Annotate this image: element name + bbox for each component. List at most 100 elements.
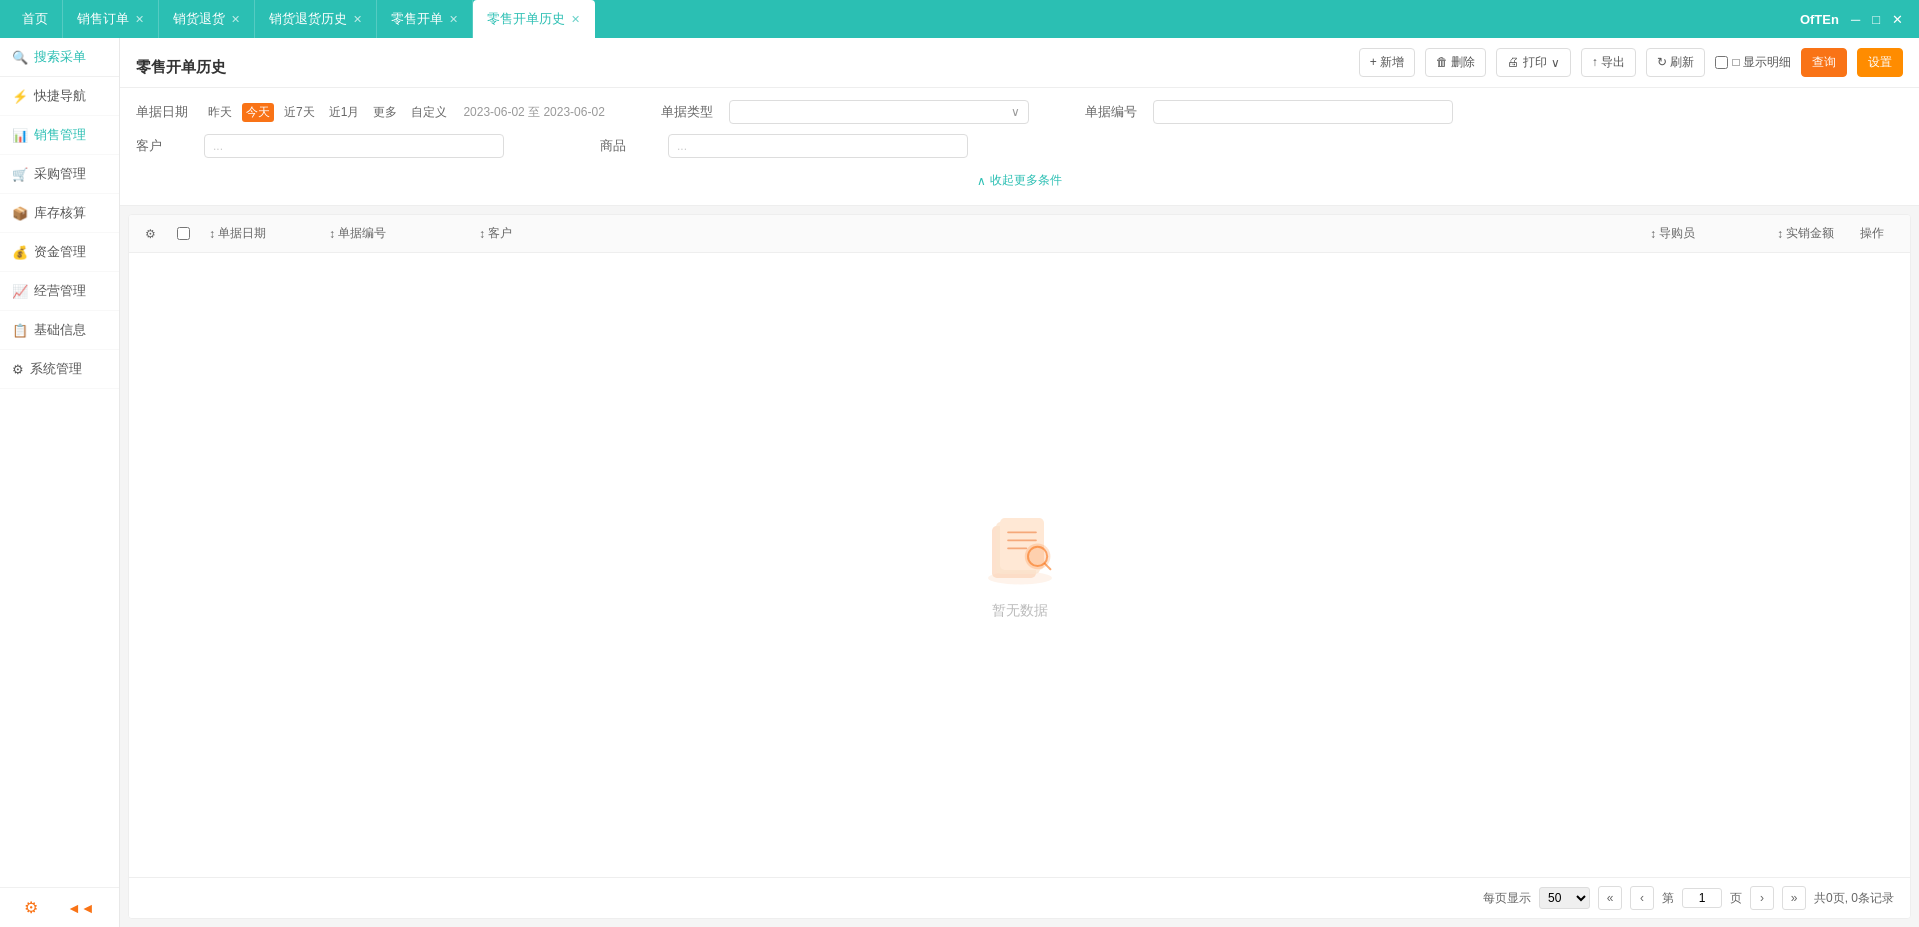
per-page-select[interactable]: 50 20 100 (1539, 887, 1590, 909)
tab-home[interactable]: 首页 (8, 0, 63, 38)
date-custom[interactable]: 自定义 (407, 103, 451, 122)
last-page-btn[interactable]: » (1782, 886, 1806, 910)
sidebar-item-operations[interactable]: 📈 经营管理 (0, 272, 119, 311)
date-range-display: 2023-06-02 至 2023-06-02 (463, 104, 604, 121)
add-button[interactable]: + 新增 (1359, 48, 1415, 77)
query-button[interactable]: 查询 (1801, 48, 1847, 77)
tab-retail-open-history[interactable]: 零售开单历史 ✕ (473, 0, 595, 38)
page-input[interactable] (1682, 888, 1722, 908)
sidebar-search[interactable]: 🔍 搜索采单 (0, 38, 119, 77)
customer-filter: 客户 ... (136, 134, 504, 158)
date-yesterday[interactable]: 昨天 (204, 103, 236, 122)
goods-label: 商品 (600, 137, 660, 155)
export-button[interactable]: ↑ 导出 (1581, 48, 1636, 77)
order-type-filter: 单据类型 ∨ (661, 100, 1029, 124)
order-no-label: 单据编号 (1085, 103, 1145, 121)
th-customer[interactable]: ↕ 客户 (471, 225, 1642, 242)
order-no-input[interactable] (1153, 100, 1453, 124)
close-tab-retail-open[interactable]: ✕ (449, 13, 458, 26)
customer-select[interactable]: ... (204, 134, 504, 158)
filter-area: 单据日期 昨天 今天 近7天 近1月 更多 自定义 2023-06-02 至 2… (120, 88, 1919, 206)
refresh-button[interactable]: ↻ 刷新 (1646, 48, 1705, 77)
display-detail-toggle[interactable]: □ 显示明细 (1715, 54, 1791, 71)
tab-sales-return-history[interactable]: 销货退货历史 ✕ (255, 0, 377, 38)
filter-row-2: 客户 ... 商品 ... (136, 134, 1903, 158)
collapse-filter-button[interactable]: ∧ 收起更多条件 (136, 168, 1903, 193)
print-button[interactable]: 🖨 打印 ∨ (1496, 48, 1570, 77)
th-order-no[interactable]: ↕ 单据编号 (321, 225, 471, 242)
app-info: OfTEn ─ □ ✕ (1784, 0, 1919, 38)
system-icon: ⚙ (12, 362, 24, 377)
date-more[interactable]: 更多 (369, 103, 401, 122)
window-close[interactable]: ✕ (1892, 12, 1903, 27)
settings-button[interactable]: 设置 (1857, 48, 1903, 77)
empty-text: 暂无数据 (992, 602, 1048, 620)
tab-sales-return[interactable]: 销货退货 ✕ (159, 0, 255, 38)
app-name: OfTEn (1800, 12, 1839, 27)
delete-button[interactable]: 🗑 删除 (1425, 48, 1486, 77)
close-tab-sales-order[interactable]: ✕ (135, 13, 144, 26)
close-tab-sales-return[interactable]: ✕ (231, 13, 240, 26)
order-no-filter: 单据编号 (1085, 100, 1453, 124)
table-header: ⚙ ↕ 单据日期 ↕ 单据编号 ↕ 客户 ↕ (129, 215, 1910, 253)
basic-info-icon: 📋 (12, 323, 28, 338)
inventory-icon: 📦 (12, 206, 28, 221)
quick-nav-icon: ⚡ (12, 89, 28, 104)
select-all-checkbox[interactable] (177, 227, 190, 240)
toolbar: + 新增 🗑 删除 🖨 打印 ∨ ↑ 导出 ↻ 刷新 □ 显示明细 查询 设置 (1359, 48, 1903, 87)
th-amount[interactable]: ↕ 实销金额 (1742, 225, 1842, 242)
main-layout: 🔍 搜索采单 ⚡ 快捷导航 📊 销售管理 🛒 采购管理 📦 库存核算 💰 资金管… (0, 38, 1919, 927)
th-settings[interactable]: ⚙ (137, 227, 169, 241)
th-checkbox[interactable] (169, 227, 201, 240)
pagination: 每页显示 50 20 100 « ‹ 第 页 › » 共0页, 0条记录 (129, 877, 1910, 918)
empty-state: 暂无数据 (129, 253, 1910, 877)
sidebar-item-inventory[interactable]: 📦 库存核算 (0, 194, 119, 233)
sidebar-item-sales-mgmt[interactable]: 📊 销售管理 (0, 116, 119, 155)
filter-row-1: 单据日期 昨天 今天 近7天 近1月 更多 自定义 2023-06-02 至 2… (136, 100, 1903, 124)
goods-select[interactable]: ... (668, 134, 968, 158)
content-area: 零售开单历史 + 新增 🗑 删除 🖨 打印 ∨ ↑ 导出 ↻ 刷新 □ 显示明细… (120, 38, 1919, 927)
th-guide[interactable]: ↕ 导购员 (1642, 225, 1742, 242)
print-dropdown-icon: ∨ (1551, 56, 1560, 70)
sidebar-item-system[interactable]: ⚙ 系统管理 (0, 350, 119, 389)
window-minimize[interactable]: ─ (1851, 12, 1860, 27)
date-7days[interactable]: 近7天 (280, 103, 319, 122)
window-maximize[interactable]: □ (1872, 12, 1880, 27)
th-action: 操作 (1842, 225, 1902, 242)
search-icon: 🔍 (12, 50, 28, 65)
sidebar-item-quick-nav[interactable]: ⚡ 快捷导航 (0, 77, 119, 116)
settings-icon[interactable]: ⚙ (24, 898, 38, 917)
date-today[interactable]: 今天 (242, 103, 274, 122)
date-1month[interactable]: 近1月 (325, 103, 364, 122)
sidebar-item-purchase-mgmt[interactable]: 🛒 采购管理 (0, 155, 119, 194)
page-label: 第 (1662, 890, 1674, 907)
sidebar-item-finance[interactable]: 💰 资金管理 (0, 233, 119, 272)
order-type-select[interactable]: ∨ (729, 100, 1029, 124)
sidebar-bottom: ⚙ ◄◄ (0, 887, 119, 927)
collapse-sidebar-icon[interactable]: ◄◄ (67, 900, 95, 916)
next-page-btn[interactable]: › (1750, 886, 1774, 910)
order-type-dropdown-icon: ∨ (1011, 105, 1020, 119)
sidebar-item-basic-info[interactable]: 📋 基础信息 (0, 311, 119, 350)
page-suffix: 页 (1730, 890, 1742, 907)
display-detail-checkbox[interactable] (1715, 56, 1728, 69)
page-header: 零售开单历史 + 新增 🗑 删除 🖨 打印 ∨ ↑ 导出 ↻ 刷新 □ 显示明细… (120, 38, 1919, 88)
empty-icon (970, 510, 1070, 590)
finance-icon: 💰 (12, 245, 28, 260)
operations-icon: 📈 (12, 284, 28, 299)
first-page-btn[interactable]: « (1598, 886, 1622, 910)
svg-line-9 (1044, 564, 1050, 570)
column-settings-icon[interactable]: ⚙ (145, 227, 156, 241)
goods-filter: 商品 ... (600, 134, 968, 158)
close-tab-retail-open-history[interactable]: ✕ (571, 13, 580, 26)
prev-page-btn[interactable]: ‹ (1630, 886, 1654, 910)
purchase-icon: 🛒 (12, 167, 28, 182)
table-area: ⚙ ↕ 单据日期 ↕ 单据编号 ↕ 客户 ↕ (128, 214, 1911, 919)
date-label: 单据日期 (136, 103, 196, 121)
total-info: 共0页, 0条记录 (1814, 890, 1894, 907)
close-tab-sales-return-history[interactable]: ✕ (353, 13, 362, 26)
th-date[interactable]: ↕ 单据日期 (201, 225, 321, 242)
customer-label: 客户 (136, 137, 196, 155)
tab-sales-order[interactable]: 销售订单 ✕ (63, 0, 159, 38)
tab-retail-open[interactable]: 零售开单 ✕ (377, 0, 473, 38)
